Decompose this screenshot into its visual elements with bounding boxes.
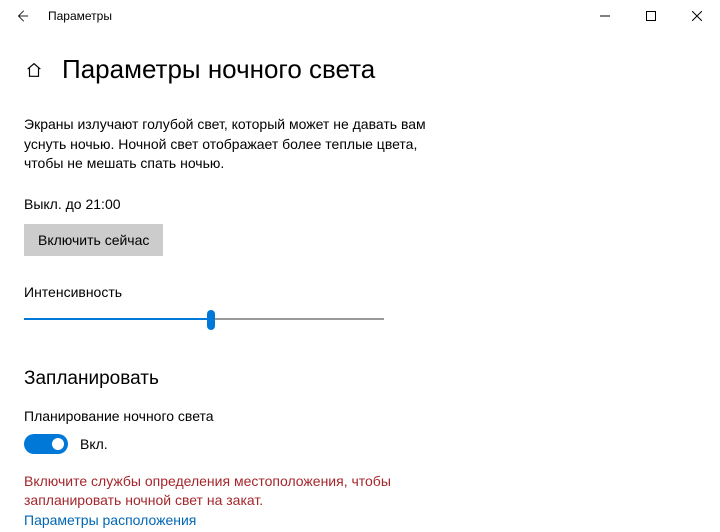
schedule-toggle-row: Вкл. <box>24 434 696 454</box>
toggle-knob <box>52 438 64 450</box>
maximize-icon <box>646 11 656 21</box>
location-settings-link[interactable]: Параметры расположения <box>24 512 196 528</box>
description-text: Экраны излучают голубой свет, который мо… <box>24 115 454 174</box>
window-title: Параметры <box>48 9 112 23</box>
schedule-label: Планирование ночного света <box>24 408 696 424</box>
titlebar: Параметры <box>0 0 720 32</box>
close-button[interactable] <box>674 0 720 32</box>
schedule-title: Запланировать <box>24 368 696 390</box>
back-button[interactable] <box>8 2 36 30</box>
toggle-state-text: Вкл. <box>80 436 108 452</box>
page-header: Параметры ночного света <box>24 54 696 85</box>
location-warning: Включите службы определения местоположен… <box>24 472 454 510</box>
intensity-slider[interactable] <box>24 308 384 332</box>
home-button[interactable] <box>24 60 44 80</box>
content-area: Параметры ночного света Экраны излучают … <box>0 54 720 530</box>
slider-fill <box>24 318 211 320</box>
maximize-button[interactable] <box>628 0 674 32</box>
schedule-toggle[interactable] <box>24 434 68 454</box>
intensity-label: Интенсивность <box>24 284 696 300</box>
minimize-icon <box>600 11 610 21</box>
slider-thumb[interactable] <box>207 310 215 330</box>
enable-now-button[interactable]: Включить сейчас <box>24 224 163 256</box>
page-title: Параметры ночного света <box>62 54 375 85</box>
home-icon <box>25 61 43 79</box>
status-text: Выкл. до 21:00 <box>24 196 696 212</box>
close-icon <box>692 11 702 21</box>
arrow-left-icon <box>15 9 29 23</box>
window-controls <box>582 0 720 32</box>
minimize-button[interactable] <box>582 0 628 32</box>
